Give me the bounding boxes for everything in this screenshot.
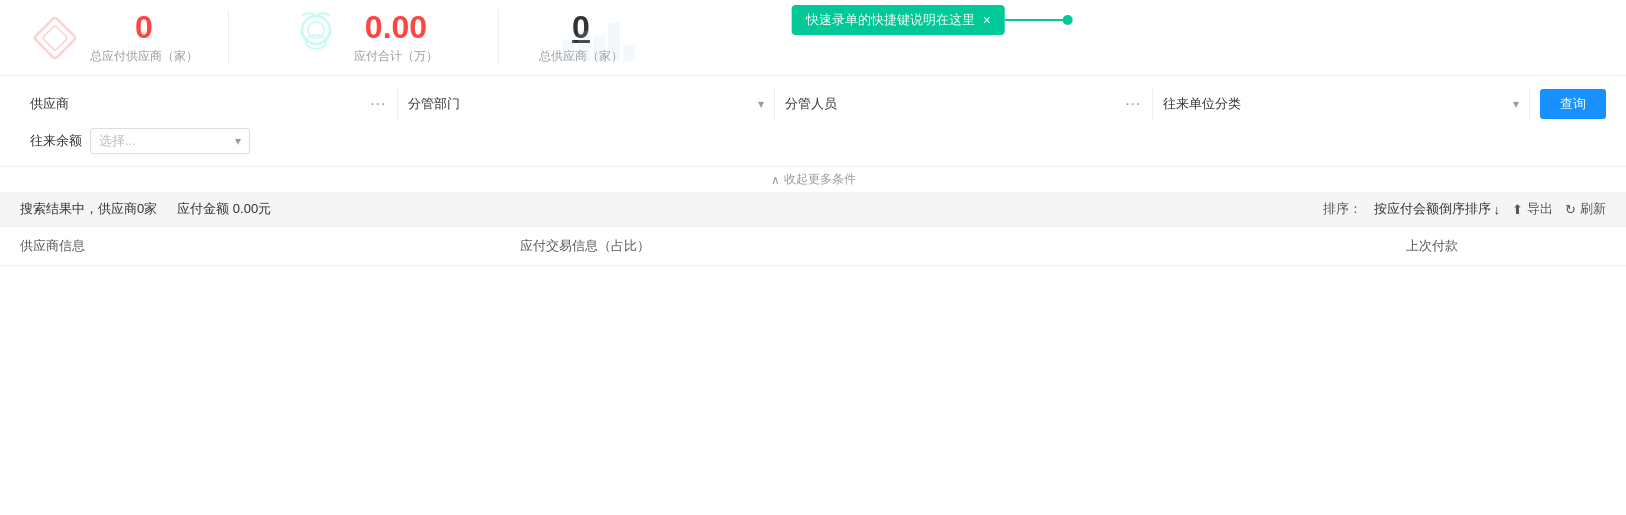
- category-input[interactable]: [1249, 97, 1514, 112]
- sort-arrow-icon: ↓: [1494, 202, 1501, 217]
- stat-payable-label: 应付合计（万）: [354, 48, 438, 65]
- result-actions: 排序： 按应付会额倒序排序 ↓ ⬆ 导出 ↻ 刷新: [1323, 200, 1607, 218]
- dept-dropdown-icon[interactable]: ▾: [758, 97, 764, 111]
- supplier-input[interactable]: [77, 97, 370, 112]
- export-button[interactable]: ⬆ 导出: [1512, 200, 1553, 218]
- col-payable-info-header: 应付交易信息（占比）: [520, 237, 1406, 255]
- table-header: 供应商信息 应付交易信息（占比） 上次付款: [0, 227, 1626, 266]
- category-label: 往来单位分类: [1163, 95, 1241, 113]
- refresh-button[interactable]: ↻ 刷新: [1565, 200, 1606, 218]
- empty-table-body: [0, 266, 1626, 466]
- col-last-payment-header: 上次付款: [1406, 237, 1606, 255]
- svg-rect-0: [34, 16, 76, 58]
- stats-bar: 0 总应付供应商（家） 0.00 应付合计（万） 快速录单的快捷键说明在这里 ×: [0, 0, 1626, 76]
- filter-row-1: 供应商 ··· 分管部门 ▾ 分管人员 ··· 往来单位分类 ▾ 查询: [20, 88, 1606, 120]
- supplier-label: 供应商: [30, 95, 69, 113]
- stat-total-payable-number: 0: [135, 10, 153, 45]
- payable-icon: [289, 10, 344, 65]
- result-amount: 应付金额 0.00元: [177, 200, 271, 218]
- balance-select[interactable]: 选择... ▾: [90, 128, 250, 154]
- collapse-arrow-icon: ∧: [771, 173, 780, 187]
- col-supplier-info-header: 供应商信息: [20, 237, 520, 255]
- tooltip-dot: [1063, 15, 1073, 25]
- collapse-label: 收起更多条件: [784, 171, 856, 188]
- tooltip-close-button[interactable]: ×: [983, 13, 991, 27]
- balance-arrow-icon: ▾: [235, 134, 241, 148]
- svg-rect-1: [42, 25, 67, 50]
- stat-total-payable-suppliers: 0 总应付供应商（家）: [90, 10, 198, 64]
- sort-label: 排序：: [1323, 200, 1362, 218]
- balance-placeholder: 选择...: [99, 132, 136, 150]
- result-supplier-count: 搜索结果中，供应商0家: [20, 200, 157, 218]
- sort-value[interactable]: 按应付会额倒序排序 ↓: [1374, 200, 1501, 218]
- dept-input[interactable]: [468, 97, 759, 112]
- search-button[interactable]: 查询: [1540, 89, 1606, 119]
- filter-supplier: 供应商 ···: [20, 88, 398, 120]
- person-input[interactable]: [845, 97, 1125, 112]
- result-bar: 搜索结果中，供应商0家 应付金额 0.00元 排序： 按应付会额倒序排序 ↓ ⬆…: [0, 192, 1626, 227]
- balance-label: 往来余额: [30, 132, 82, 150]
- supplier-more-icon[interactable]: ···: [370, 95, 386, 113]
- dept-label: 分管部门: [408, 95, 460, 113]
- filter-person: 分管人员 ···: [775, 88, 1153, 120]
- stat-payable-number: 0.00: [365, 10, 427, 45]
- filter-dept: 分管部门 ▾: [398, 88, 776, 120]
- filter-section: 供应商 ··· 分管部门 ▾ 分管人员 ··· 往来单位分类 ▾ 查询 往来余额…: [0, 76, 1626, 167]
- result-summary: 搜索结果中，供应商0家 应付金额 0.00元: [20, 200, 271, 218]
- shortcut-tooltip: 快速录单的快捷键说明在这里 ×: [792, 5, 1005, 35]
- tooltip-text: 快速录单的快捷键说明在这里: [806, 11, 975, 29]
- diamond-icon: [30, 13, 80, 63]
- person-more-icon[interactable]: ···: [1125, 95, 1141, 113]
- filter-category: 往来单位分类 ▾: [1153, 88, 1531, 120]
- person-label: 分管人员: [785, 95, 837, 113]
- refresh-icon: ↻: [1565, 202, 1576, 217]
- category-dropdown-icon[interactable]: ▾: [1513, 97, 1519, 111]
- collapse-button[interactable]: ∧ 收起更多条件: [771, 171, 856, 188]
- stat-payable-total: 0.00 应付合计（万）: [354, 10, 438, 64]
- export-icon: ⬆: [1512, 202, 1523, 217]
- stat-total-payable-label: 总应付供应商（家）: [90, 48, 198, 65]
- bar-chart-bg: [563, 15, 643, 60]
- collapse-row: ∧ 收起更多条件: [0, 167, 1626, 192]
- filter-row-2: 往来余额 选择... ▾: [20, 128, 1606, 154]
